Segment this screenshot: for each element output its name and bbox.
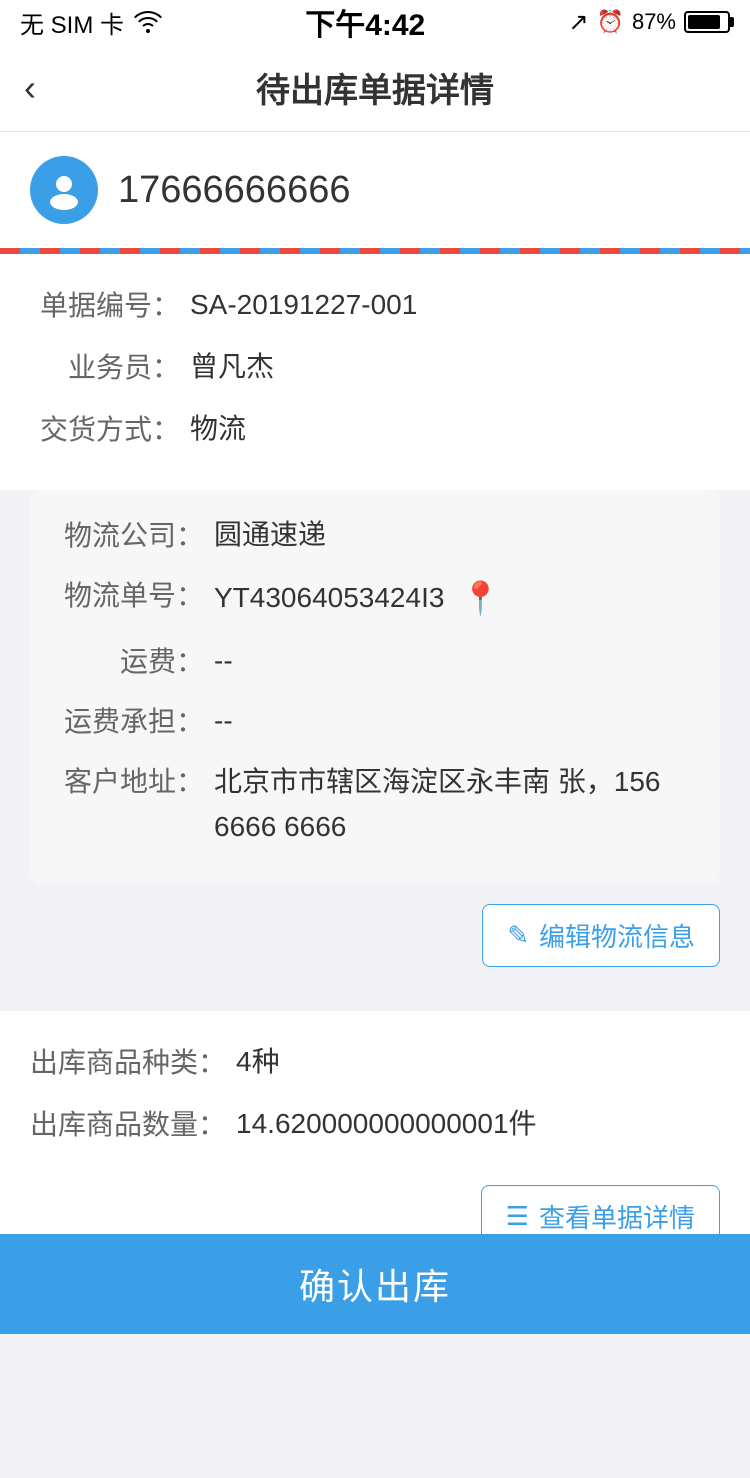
- view-icon: ☰: [506, 1201, 529, 1232]
- document-number-value: SA-20191227-001: [190, 284, 720, 326]
- wifi-icon: [134, 11, 162, 33]
- product-quantity-row: 出库商品数量： 14.620000000000001件: [30, 1103, 720, 1145]
- page-title: 待出库单据详情: [256, 63, 494, 112]
- edit-logistics-button[interactable]: ✎ 编辑物流信息: [482, 904, 720, 967]
- view-button-label: 查看单据详情: [539, 1198, 695, 1235]
- freight-value: --: [214, 640, 696, 682]
- nav-bar: ‹ 待出库单据详情: [0, 44, 750, 132]
- confirm-button-label: 确认出库: [299, 1258, 451, 1310]
- status-bar: 无 SIM 卡 下午4:42 ↗ ⏰ 87%: [0, 0, 750, 44]
- document-info-section: 单据编号： SA-20191227-001 业务员： 曾凡杰 交货方式： 物流: [0, 254, 750, 490]
- delivery-value: 物流: [190, 408, 720, 450]
- tracking-number: YT43064053424I3: [214, 577, 444, 619]
- product-type-value: 4种: [236, 1041, 720, 1083]
- logistics-box: 物流公司： 圆通速递 物流单号： YT43064053424I3 📍 运费： -…: [30, 490, 720, 884]
- alarm-icon: ⏰: [597, 9, 624, 35]
- edit-button-label: 编辑物流信息: [539, 917, 695, 954]
- logistics-company-value: 圆通速递: [214, 514, 696, 556]
- avatar: [30, 156, 98, 224]
- tracking-row: 物流单号： YT43064053424I3 📍: [54, 574, 696, 622]
- back-button[interactable]: ‹: [24, 67, 36, 109]
- address-value: 北京市市辖区海淀区永丰南 张，156 6666 6666: [214, 760, 696, 850]
- product-quantity-label: 出库商品数量：: [30, 1103, 236, 1143]
- section-separator: [0, 991, 750, 1011]
- freight-bearer-row: 运费承担： --: [54, 700, 696, 742]
- salesman-value: 曾凡杰: [190, 346, 720, 388]
- tracking-label: 物流单号：: [54, 574, 214, 614]
- location-status-icon: ↗: [568, 8, 588, 37]
- customer-header: 17666666666: [0, 132, 750, 248]
- customer-phone: 17666666666: [118, 169, 350, 212]
- product-section: 出库商品种类： 4种 出库商品数量： 14.620000000000001件: [0, 1011, 750, 1185]
- salesman-row: 业务员： 曾凡杰: [30, 346, 720, 388]
- status-left: 无 SIM 卡: [20, 5, 162, 40]
- product-type-label: 出库商品种类：: [30, 1041, 236, 1081]
- address-row: 客户地址： 北京市市辖区海淀区永丰南 张，156 6666 6666: [54, 760, 696, 850]
- status-right: ↗ ⏰ 87%: [568, 8, 730, 37]
- avatar-icon: [44, 170, 84, 210]
- carrier-text: 无 SIM 卡: [20, 5, 124, 40]
- delivery-row: 交货方式： 物流: [30, 408, 720, 450]
- freight-bearer-label: 运费承担：: [54, 700, 214, 740]
- edit-button-row: ✎ 编辑物流信息: [0, 904, 750, 991]
- document-number-label: 单据编号：: [30, 284, 190, 324]
- salesman-label: 业务员：: [30, 346, 190, 386]
- tracking-location-icon[interactable]: 📍: [460, 574, 500, 622]
- freight-bearer-value: --: [214, 700, 696, 742]
- product-quantity-value: 14.620000000000001件: [236, 1103, 720, 1145]
- logistics-company-row: 物流公司： 圆通速递: [54, 514, 696, 556]
- freight-label: 运费：: [54, 640, 214, 680]
- confirm-button[interactable]: 确认出库: [0, 1234, 750, 1334]
- document-number-row: 单据编号： SA-20191227-001: [30, 284, 720, 326]
- battery-fill: [688, 15, 720, 29]
- address-label: 客户地址：: [54, 760, 214, 800]
- product-type-row: 出库商品种类： 4种: [30, 1041, 720, 1083]
- battery-percent: 87%: [632, 9, 676, 35]
- edit-icon: ✎: [507, 920, 529, 951]
- logistics-company-label: 物流公司：: [54, 514, 214, 554]
- freight-row: 运费： --: [54, 640, 696, 682]
- battery-icon: [684, 11, 730, 33]
- delivery-label: 交货方式：: [30, 408, 190, 448]
- tracking-value-row: YT43064053424I3 📍: [214, 574, 696, 622]
- time-display: 下午4:42: [305, 0, 425, 44]
